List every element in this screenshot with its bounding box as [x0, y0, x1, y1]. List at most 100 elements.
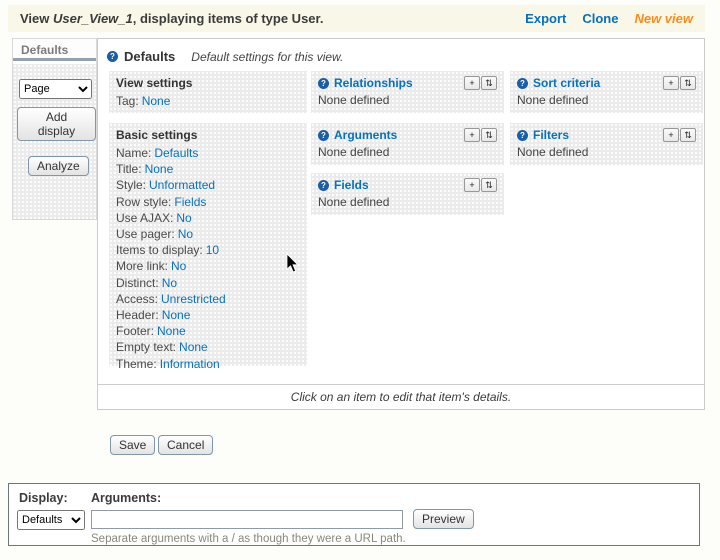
analyze-button[interactable]: Analyze: [28, 156, 89, 176]
setting-row: More link: No: [116, 258, 300, 274]
setting-row: Tag: None: [116, 93, 300, 109]
setting-label: Style:: [116, 178, 147, 193]
setting-row: Items to display: 10: [116, 242, 300, 258]
display-description: Default settings for this view.: [191, 49, 344, 64]
empty-text: None defined: [517, 93, 589, 107]
panel-heading: ? Defaults Default settings for this vie…: [107, 49, 343, 64]
add-icon[interactable]: +: [663, 128, 679, 142]
row-style-setting-link[interactable]: Fields: [174, 195, 206, 209]
rearrange-icon[interactable]: ⇅: [680, 76, 696, 90]
arguments-header: ? Arguments + ⇅: [318, 128, 497, 142]
empty-text: None defined: [318, 93, 390, 107]
arguments-box: ? Arguments + ⇅ None defined: [311, 123, 504, 165]
view-settings-title: View settings: [116, 76, 193, 90]
help-icon[interactable]: ?: [318, 77, 329, 89]
distinct-setting-link[interactable]: No: [162, 276, 177, 290]
save-button[interactable]: Save: [110, 435, 156, 455]
setting-row: Name: Defaults: [116, 145, 300, 161]
add-icon[interactable]: +: [464, 128, 480, 142]
cancel-button[interactable]: Cancel: [158, 435, 214, 455]
views-admin-page: View User_View_1, displaying items of ty…: [0, 0, 720, 560]
setting-row: Use AJAX: No: [116, 210, 300, 226]
setting-row: Footer: None: [116, 323, 300, 339]
setting-label: Theme:: [116, 356, 157, 371]
empty-text-setting-link[interactable]: None: [179, 340, 208, 354]
add-display-button[interactable]: Add display: [17, 107, 96, 141]
theme-setting-link[interactable]: Information: [160, 357, 220, 371]
displays-sidebar: Defaults Page Add display Analyze: [12, 38, 97, 220]
more-link-setting-link[interactable]: No: [171, 259, 186, 273]
relationships-box: ? Relationships + ⇅ None defined: [311, 71, 504, 113]
tag-setting-link[interactable]: None: [142, 94, 171, 108]
setting-row: Distinct: No: [116, 275, 300, 291]
mouse-cursor-icon: [286, 254, 299, 273]
sort-criteria-box: ? Sort criteria + ⇅ None defined: [510, 71, 703, 113]
arguments-input[interactable]: [91, 510, 403, 529]
setting-row: Header: None: [116, 307, 300, 323]
setting-row: Title: None: [116, 161, 300, 177]
new-view-link[interactable]: New view: [634, 11, 693, 26]
help-icon[interactable]: ?: [517, 77, 528, 89]
title-prefix: View: [20, 11, 50, 26]
fields-title-link[interactable]: Fields: [334, 178, 369, 192]
add-icon[interactable]: +: [464, 178, 480, 192]
tab-defaults[interactable]: Defaults: [13, 39, 96, 61]
view-name: User_View_1: [53, 11, 133, 26]
setting-row: Row style: Fields: [116, 194, 300, 210]
filters-header: ? Filters + ⇅: [517, 128, 696, 142]
help-icon[interactable]: ?: [517, 129, 528, 141]
display-label: Display:: [19, 491, 68, 505]
panel-footer-note: Click on an item to edit that item's det…: [98, 384, 704, 409]
help-icon[interactable]: ?: [318, 179, 329, 191]
sort-criteria-header: ? Sort criteria + ⇅: [517, 76, 696, 90]
rearrange-icon[interactable]: ⇅: [680, 128, 696, 142]
setting-label: Title:: [116, 162, 142, 177]
fields-header: ? Fields + ⇅: [318, 178, 497, 192]
setting-row: Use pager: No: [116, 226, 300, 242]
display-type-select[interactable]: Page: [19, 79, 92, 99]
display-heading: Defaults: [124, 49, 176, 64]
access-setting-link[interactable]: Unrestricted: [161, 292, 226, 306]
setting-row: Access: Unrestricted: [116, 291, 300, 307]
live-preview-panel: Display: Defaults Arguments: Preview Sep…: [8, 483, 700, 546]
filters-title-link[interactable]: Filters: [533, 128, 569, 142]
view-editor-panel: ? Defaults Default settings for this vie…: [97, 38, 705, 410]
relationships-title-link[interactable]: Relationships: [334, 76, 413, 90]
use-ajax-setting-link[interactable]: No: [176, 211, 191, 225]
export-link[interactable]: Export: [525, 11, 566, 26]
arguments-title-link[interactable]: Arguments: [334, 128, 397, 142]
name-setting-link[interactable]: Defaults: [154, 146, 198, 160]
help-icon[interactable]: ?: [107, 51, 118, 62]
arguments-help-text: Separate arguments with a / as though th…: [91, 533, 406, 545]
setting-label: Name:: [116, 146, 152, 160]
add-icon[interactable]: +: [464, 76, 480, 90]
rearrange-icon[interactable]: ⇅: [481, 178, 497, 192]
rearrange-icon[interactable]: ⇅: [481, 128, 497, 142]
filters-box: ? Filters + ⇅ None defined: [510, 123, 703, 165]
sort-criteria-title-link[interactable]: Sort criteria: [533, 76, 600, 90]
sidebar-body: Page Add display Analyze: [13, 64, 96, 219]
preview-display-select[interactable]: Defaults: [17, 510, 85, 530]
setting-label: Use pager:: [116, 227, 175, 242]
arguments-label: Arguments:: [91, 491, 162, 505]
page-title: View User_View_1, displaying items of ty…: [20, 11, 324, 26]
header-setting-link[interactable]: None: [162, 308, 191, 322]
use-pager-setting-link[interactable]: No: [178, 227, 193, 241]
clone-link[interactable]: Clone: [582, 11, 618, 26]
help-icon[interactable]: ?: [318, 129, 329, 141]
style-setting-link[interactable]: Unformatted: [149, 178, 215, 192]
footer-setting-link[interactable]: None: [157, 324, 186, 338]
relationships-header: ? Relationships + ⇅: [318, 76, 497, 90]
basic-settings-box: Basic settings Name: Defaults Title: None …: [109, 123, 307, 371]
items-to-display-setting-link[interactable]: 10: [206, 243, 219, 257]
title-setting-link[interactable]: None: [145, 162, 174, 176]
view-title-bar: View User_View_1, displaying items of ty…: [8, 5, 705, 32]
preview-button[interactable]: Preview: [413, 509, 474, 529]
basic-settings-title: Basic settings: [116, 128, 198, 142]
add-icon[interactable]: +: [663, 76, 679, 90]
empty-text: None defined: [318, 195, 390, 209]
view-settings-box: View settings Tag: None: [109, 71, 307, 113]
rearrange-icon[interactable]: ⇅: [481, 76, 497, 90]
empty-text: None defined: [517, 145, 589, 159]
setting-label: More link:: [116, 259, 169, 274]
